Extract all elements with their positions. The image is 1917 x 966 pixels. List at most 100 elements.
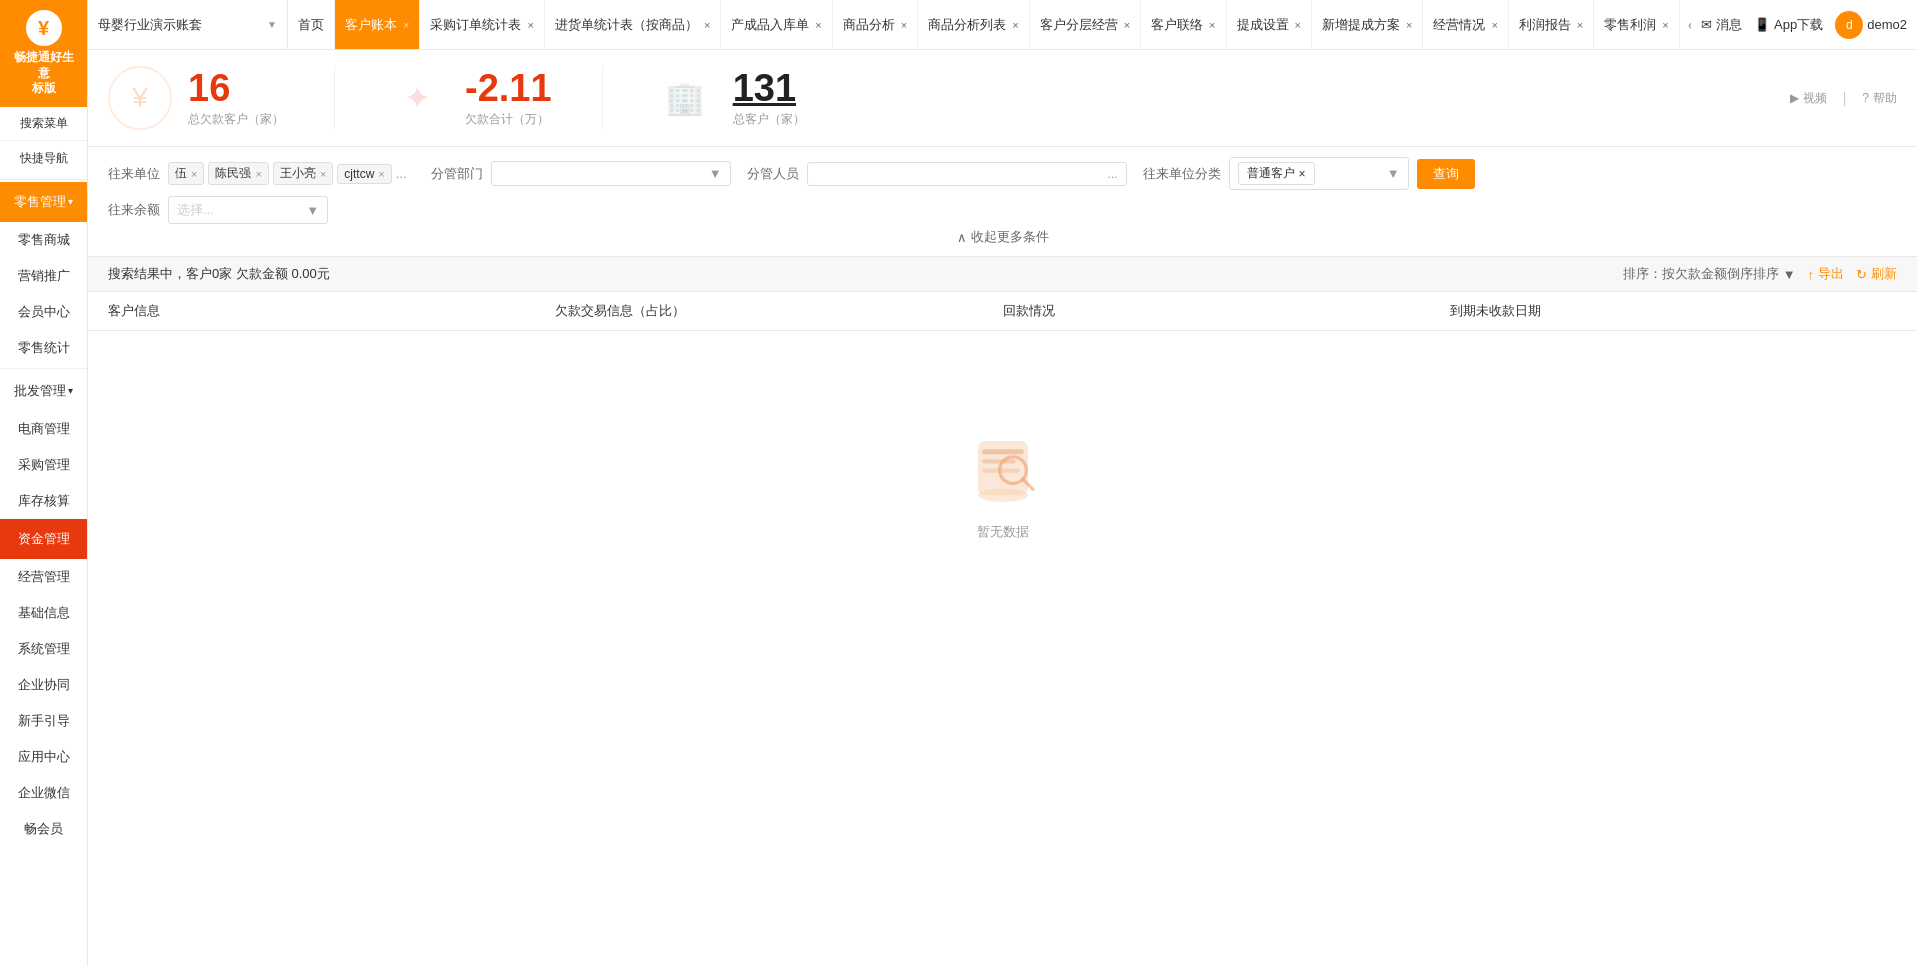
col-header-due-date: 到期未收款日期 xyxy=(1450,302,1897,320)
tab-close-icon-10[interactable]: × xyxy=(1406,19,1412,31)
query-button[interactable]: 查询 xyxy=(1417,159,1475,189)
tab-close-icon-9[interactable]: × xyxy=(1295,19,1301,31)
sidebar-item-member2[interactable]: 畅会员 xyxy=(0,811,87,847)
tag-close-cjttcw[interactable]: × xyxy=(378,168,384,180)
tag-close-wang[interactable]: × xyxy=(320,168,326,180)
tag-close-wu[interactable]: × xyxy=(191,168,197,180)
sidebar-item-ecommerce[interactable]: 电商管理 xyxy=(0,411,87,447)
sidebar-item-retail-mgmt-label: 零售管理 xyxy=(14,193,66,211)
avatar: d xyxy=(1835,11,1863,39)
filter-tags-more[interactable]: ... xyxy=(396,166,407,181)
sidebar-item-wechat[interactable]: 企业微信 xyxy=(0,775,87,811)
tab-close-icon-5[interactable]: × xyxy=(901,19,907,31)
stat-label-total: 总客户（家） xyxy=(733,111,805,128)
sidebar-quick-nav[interactable]: 快捷导航 xyxy=(0,141,87,177)
tab-add-commission[interactable]: 新增提成方案 × xyxy=(1312,0,1423,49)
stat-label-customers: 总欠款客户（家） xyxy=(188,111,284,128)
results-bar: 搜索结果中，客户0家 欠款金额 0.00元 排序：按欠款金额倒序排序 ▼ ↑ 导… xyxy=(88,257,1917,292)
tab-customer-ledger[interactable]: 客户账本 × xyxy=(335,0,420,49)
filter-tag-chen[interactable]: 陈民强 × xyxy=(208,162,268,185)
sidebar-item-newbie[interactable]: 新手引导 xyxy=(0,703,87,739)
export-button[interactable]: ↑ 导出 xyxy=(1808,265,1845,283)
tab-retail-profit[interactable]: 零售利润 × xyxy=(1594,0,1679,49)
help-button[interactable]: ? 帮助 xyxy=(1862,90,1897,107)
filter-tag-cjttcw[interactable]: cjttcw × xyxy=(337,164,391,184)
tab-close-icon-11[interactable]: × xyxy=(1491,19,1497,31)
sidebar-item-wholesale[interactable]: 批发管理 ▾ xyxy=(0,371,87,411)
tab-close-icon-7[interactable]: × xyxy=(1124,19,1130,31)
tag-close-chen[interactable]: × xyxy=(255,168,261,180)
tab-close-icon-13[interactable]: × xyxy=(1662,19,1668,31)
filter-select-person[interactable]: ... xyxy=(807,162,1127,186)
sidebar-item-collab[interactable]: 企业协同 xyxy=(0,667,87,703)
stat-num-debt: -2.11 xyxy=(465,69,552,107)
stat-info-customers: 16 总欠款客户（家） xyxy=(188,69,284,128)
col-header-repayment: 回款情况 xyxy=(1003,302,1450,320)
tab-goods-analysis-list[interactable]: 商品分析列表 × xyxy=(918,0,1029,49)
filter-category-tag-normal[interactable]: 普通客户 × xyxy=(1238,162,1315,185)
sort-button[interactable]: 排序：按欠款金额倒序排序 ▼ xyxy=(1623,265,1796,283)
empty-illustration xyxy=(953,421,1053,511)
filter-select-category[interactable]: 普通客户 × ▼ xyxy=(1229,157,1409,190)
tab-home[interactable]: 首页 xyxy=(288,0,335,49)
tab-close-icon-6[interactable]: × xyxy=(1012,19,1018,31)
svg-rect-1 xyxy=(978,441,1028,495)
filter-tag-wang[interactable]: 王小亮 × xyxy=(273,162,333,185)
tab-close-icon[interactable]: × xyxy=(403,19,409,31)
refresh-button[interactable]: ↻ 刷新 xyxy=(1856,265,1897,283)
sidebar-item-system[interactable]: 系统管理 xyxy=(0,631,87,667)
stat-blocks: ¥ 16 总欠款客户（家） ✦ -2.11 欠款合计（万） 🏢 131 xyxy=(108,66,1790,130)
sidebar-item-member[interactable]: 会员中心 xyxy=(0,294,87,330)
tab-close-icon-3[interactable]: × xyxy=(704,19,710,31)
tab-finished-inbound[interactable]: 产成品入库单 × xyxy=(721,0,832,49)
svg-rect-3 xyxy=(982,459,1015,463)
tab-close-icon-2[interactable]: × xyxy=(527,19,533,31)
sidebar-item-app-center[interactable]: 应用中心 xyxy=(0,739,87,775)
stat-icon-debt: ✦ xyxy=(385,66,449,130)
filter-person-more: ... xyxy=(1108,167,1118,181)
table-header: 客户信息 欠款交易信息（占比） 回款情况 到期未收款日期 xyxy=(88,292,1917,331)
stat-block-debt: ✦ -2.11 欠款合计（万） xyxy=(385,66,603,130)
filter-label-person: 分管人员 xyxy=(747,165,799,183)
user-avatar[interactable]: d demo2 xyxy=(1835,11,1907,39)
sidebar-item-purchase[interactable]: 采购管理 xyxy=(0,447,87,483)
sidebar-item-inventory[interactable]: 库存核算 xyxy=(0,483,87,519)
tab-close-icon-4[interactable]: × xyxy=(815,19,821,31)
chevron-icon-wholesale: ▾ xyxy=(68,385,73,396)
tab-inbound-stats[interactable]: 进货单统计表（按商品） × xyxy=(545,0,721,49)
sidebar-item-operations[interactable]: 经营管理 xyxy=(0,559,87,595)
account-selector[interactable]: 母婴行业演示账套 ▼ xyxy=(88,0,288,49)
sidebar-item-retail-stats[interactable]: 零售统计 xyxy=(0,330,87,366)
tag-close-category[interactable]: × xyxy=(1299,167,1306,181)
filter-tag-wu[interactable]: 伍 × xyxy=(168,162,204,185)
tab-operations[interactable]: 经营情况 × xyxy=(1423,0,1508,49)
tab-profit-report[interactable]: 利润报告 × xyxy=(1509,0,1594,49)
sidebar-item-finance[interactable]: 资金管理 xyxy=(0,519,87,559)
tab-close-icon-12[interactable]: × xyxy=(1577,19,1583,31)
sidebar-item-basic-info[interactable]: 基础信息 xyxy=(0,595,87,631)
filter-label-dept: 分管部门 xyxy=(431,165,483,183)
sidebar-item-retail-mgmt[interactable]: 零售管理 ▾ xyxy=(0,182,87,222)
filter-input-balance[interactable]: 选择... ▼ xyxy=(168,196,328,224)
tab-customer-contact[interactable]: 客户联络 × xyxy=(1141,0,1226,49)
tab-commission-setting[interactable]: 提成设置 × xyxy=(1227,0,1312,49)
sidebar-item-retail-mall[interactable]: 零售商城 xyxy=(0,222,87,258)
sidebar-search[interactable]: 搜索菜单 xyxy=(0,107,87,141)
app-download-button[interactable]: 📱 App下载 xyxy=(1754,16,1823,34)
sidebar-item-marketing[interactable]: 营销推广 xyxy=(0,258,87,294)
results-summary: 搜索结果中，客户0家 欠款金额 0.00元 xyxy=(108,265,330,283)
tab-goods-analysis[interactable]: 商品分析 × xyxy=(833,0,918,49)
message-button[interactable]: ✉ 消息 xyxy=(1701,16,1742,34)
tab-purchase-order-stats[interactable]: 采购订单统计表 × xyxy=(420,0,544,49)
tab-close-icon-8[interactable]: × xyxy=(1209,19,1215,31)
filter-select-dept[interactable]: ▼ xyxy=(491,161,731,186)
filter-collapse-button[interactable]: ∧ 收起更多条件 xyxy=(108,228,1897,246)
video-help-button[interactable]: ▶ 视频 xyxy=(1790,90,1827,107)
divider-vertical: | xyxy=(1843,90,1847,106)
topbar-right: ✉ 消息 📱 App下载 d demo2 xyxy=(1691,11,1917,39)
filter-label-unit: 往来单位 xyxy=(108,165,160,183)
account-dropdown-icon: ▼ xyxy=(267,19,277,30)
tab-customer-layer[interactable]: 客户分层经营 × xyxy=(1030,0,1141,49)
stat-label-debt: 欠款合计（万） xyxy=(465,111,552,128)
page-stats-header: ¥ 16 总欠款客户（家） ✦ -2.11 欠款合计（万） 🏢 131 xyxy=(88,50,1917,147)
